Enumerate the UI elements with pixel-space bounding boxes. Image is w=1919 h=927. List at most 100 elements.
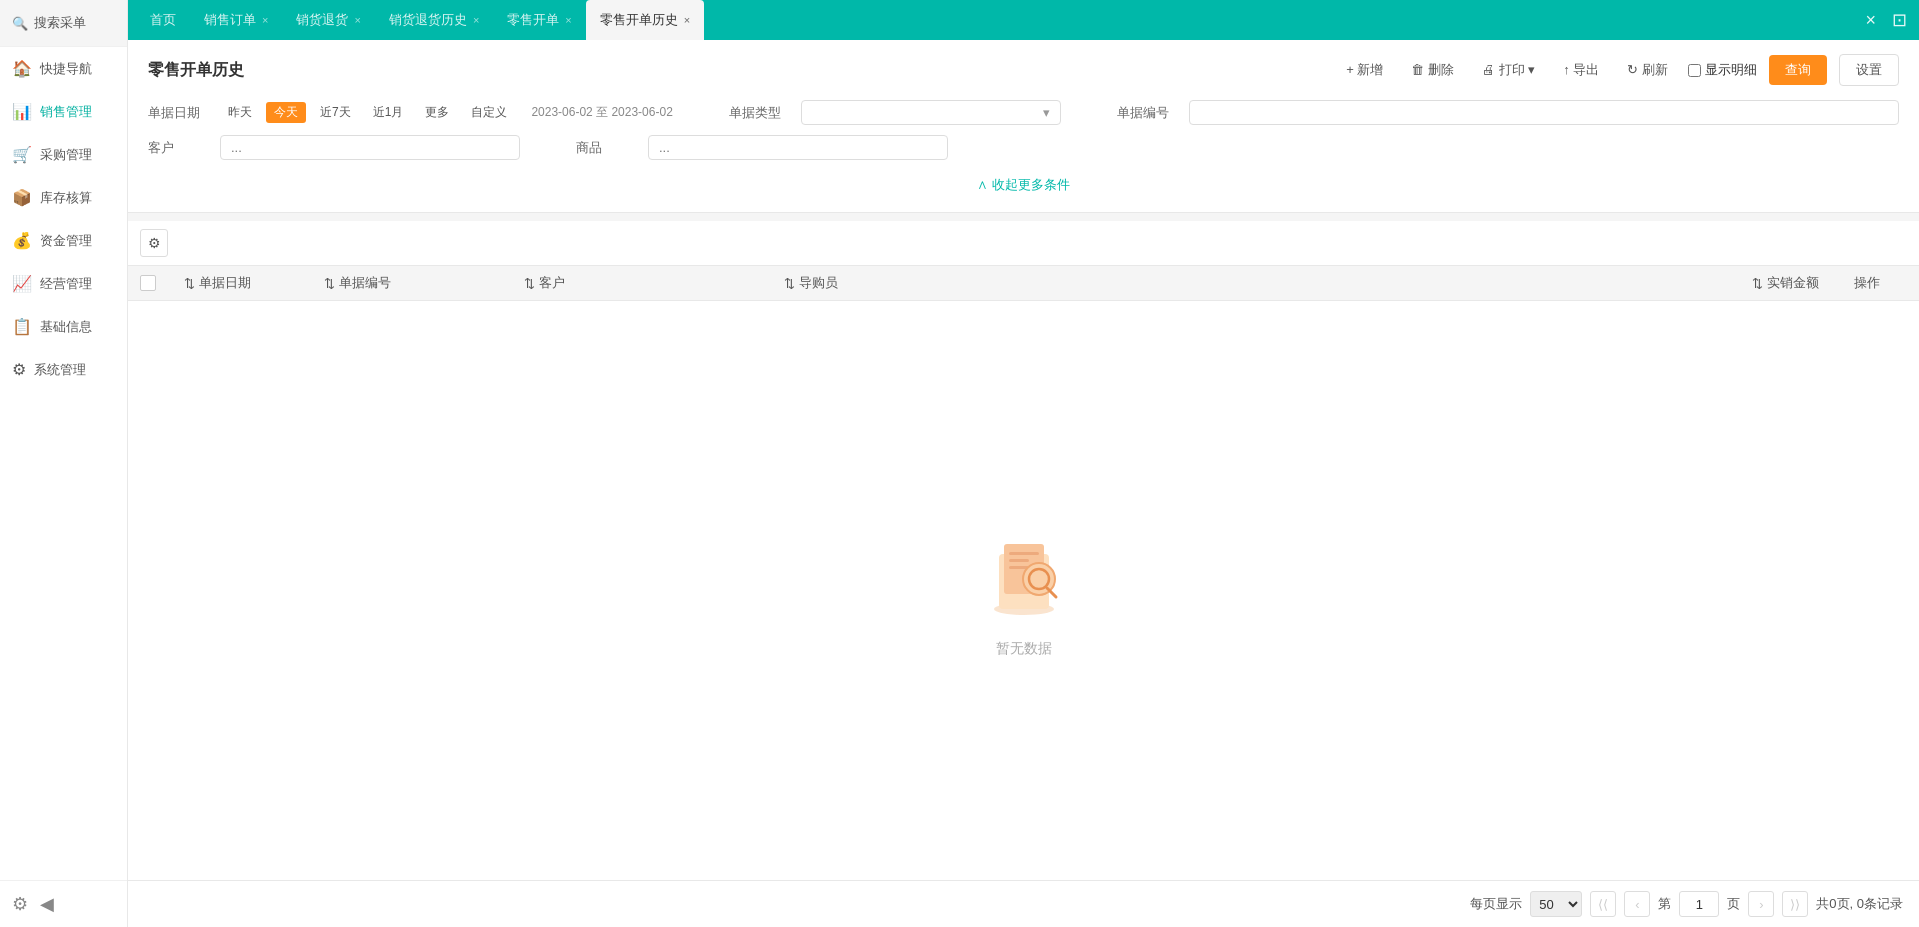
- pagination-next-button[interactable]: ›: [1748, 891, 1774, 917]
- export-button[interactable]: ↑ 导出: [1555, 57, 1607, 83]
- tab-retail-open-history-close[interactable]: ×: [684, 14, 690, 26]
- date-btn-last-month[interactable]: 近1月: [365, 102, 412, 123]
- filter-row-2: 客户 商品: [148, 135, 1899, 160]
- sidebar-item-quick-nav[interactable]: 🏠 快捷导航: [0, 47, 127, 90]
- th-customer[interactable]: ⇅ 客户: [516, 274, 776, 292]
- home-icon: 🏠: [12, 59, 32, 78]
- table-toolbar-row: ⚙: [128, 221, 1919, 266]
- bill-type-label: 单据类型: [729, 104, 785, 122]
- date-btn-last7[interactable]: 近7天: [312, 102, 359, 123]
- add-label: + 新增: [1346, 61, 1383, 79]
- collapse-sidebar-button[interactable]: ◀: [40, 893, 54, 915]
- th-amount[interactable]: ⇅ 实销金额: [936, 274, 1827, 292]
- header-checkbox[interactable]: [140, 275, 156, 291]
- goods-text-input[interactable]: [659, 140, 937, 155]
- date-btn-yesterday[interactable]: 昨天: [220, 102, 260, 123]
- refresh-label: ↻ 刷新: [1627, 61, 1668, 79]
- main-content: 首页 销售订单 × 销货退货 × 销货退货历史 × 零售开单 × 零售开单历史 …: [128, 0, 1919, 927]
- sales-icon: 📊: [12, 102, 32, 121]
- sidebar-footer: ⚙ ◀: [0, 880, 127, 927]
- tab-sales-order-close[interactable]: ×: [262, 14, 268, 26]
- sidebar-search[interactable]: 🔍 搜索采单: [0, 0, 127, 47]
- sidebar-item-label: 资金管理: [40, 232, 92, 250]
- per-page-select[interactable]: 50 10 20 100: [1530, 891, 1582, 917]
- th-bill-no[interactable]: ⇅ 单据编号: [316, 274, 516, 292]
- th-date[interactable]: ⇅ 单据日期: [176, 274, 316, 292]
- bill-no-label: 单据编号: [1117, 104, 1173, 122]
- refresh-button[interactable]: ↻ 刷新: [1619, 57, 1676, 83]
- print-button[interactable]: 🖨 打印 ▾: [1474, 57, 1543, 83]
- tab-sales-return-close[interactable]: ×: [354, 14, 360, 26]
- tab-retail-open-label: 零售开单: [507, 11, 559, 29]
- sidebar-item-label: 销售管理: [40, 103, 92, 121]
- show-detail-label: 显示明细: [1705, 61, 1757, 79]
- sidebar-item-sales-mgmt[interactable]: 📊 销售管理: [0, 90, 127, 133]
- th-amount-label: 实销金额: [1767, 274, 1819, 292]
- settings-panel-button[interactable]: 设置: [1839, 54, 1899, 86]
- sidebar-item-operations[interactable]: 📈 经营管理: [0, 262, 127, 305]
- date-btn-custom[interactable]: 自定义: [463, 102, 515, 123]
- page-title: 零售开单历史: [148, 60, 244, 81]
- sidebar-item-purchase-mgmt[interactable]: 🛒 采购管理: [0, 133, 127, 176]
- show-detail-input[interactable]: [1688, 64, 1701, 77]
- tab-home-label: 首页: [150, 11, 176, 29]
- window-icon[interactable]: ⊡: [1888, 5, 1911, 35]
- sidebar-item-inventory[interactable]: 📦 库存核算: [0, 176, 127, 219]
- tab-retail-open-history[interactable]: 零售开单历史 ×: [586, 0, 704, 40]
- sidebar-item-finance[interactable]: 💰 资金管理: [0, 219, 127, 262]
- sidebar-item-basic-info[interactable]: 📋 基础信息: [0, 305, 127, 348]
- sidebar-item-label: 系统管理: [34, 361, 86, 379]
- pagination-first-button[interactable]: ⟨⟨: [1590, 891, 1616, 917]
- th-amount-sort-icon: ⇅: [1752, 276, 1763, 291]
- tabs-bar: 首页 销售订单 × 销货退货 × 销货退货历史 × 零售开单 × 零售开单历史 …: [128, 0, 1919, 40]
- gear-icon: ⚙: [148, 235, 161, 251]
- date-range-display: 2023-06-02 至 2023-06-02: [531, 104, 672, 121]
- th-guide-label: 导购员: [799, 274, 838, 292]
- tab-sales-return-history-close[interactable]: ×: [473, 14, 479, 26]
- tab-retail-open[interactable]: 零售开单 ×: [493, 0, 585, 40]
- tab-sales-return-history[interactable]: 销货退货历史 ×: [375, 0, 493, 40]
- date-btn-more[interactable]: 更多: [417, 102, 457, 123]
- customer-input[interactable]: [220, 135, 520, 160]
- page-header: 零售开单历史 + 新增 🗑 删除 🖨 打印 ▾ ↑ 导出 ↻: [128, 40, 1919, 213]
- sidebar-search-label: 搜索采单: [34, 14, 86, 32]
- sidebar-item-system-mgmt[interactable]: ⚙ 系统管理: [0, 348, 127, 391]
- inventory-icon: 📦: [12, 188, 32, 207]
- customer-text-input[interactable]: [231, 140, 509, 155]
- pagination-last-button[interactable]: ⟩⟩: [1782, 891, 1808, 917]
- tab-retail-open-close[interactable]: ×: [565, 14, 571, 26]
- show-detail-checkbox[interactable]: 显示明细: [1688, 61, 1757, 79]
- th-guide[interactable]: ⇅ 导购员: [776, 274, 936, 292]
- finance-icon: 💰: [12, 231, 32, 250]
- content-area: 零售开单历史 + 新增 🗑 删除 🖨 打印 ▾ ↑ 导出 ↻: [128, 40, 1919, 927]
- pagination-prev-button[interactable]: ‹: [1624, 891, 1650, 917]
- th-customer-label: 客户: [539, 274, 565, 292]
- goods-input[interactable]: [648, 135, 948, 160]
- per-page-label: 每页显示: [1470, 895, 1522, 913]
- tab-home[interactable]: 首页: [136, 0, 190, 40]
- pagination-summary: 共0页, 0条记录: [1816, 895, 1903, 913]
- bill-no-input[interactable]: [1189, 100, 1899, 125]
- date-btn-today[interactable]: 今天: [266, 102, 306, 123]
- query-button[interactable]: 查询: [1769, 55, 1827, 85]
- tabs-right: × ⊡: [1861, 5, 1911, 35]
- delete-button[interactable]: 🗑 删除: [1403, 57, 1462, 83]
- add-button[interactable]: + 新增: [1338, 57, 1391, 83]
- page-number-input[interactable]: [1679, 891, 1719, 917]
- purchase-icon: 🛒: [12, 145, 32, 164]
- search-icon: 🔍: [12, 16, 28, 31]
- bill-no-text-input[interactable]: [1200, 105, 1888, 120]
- svg-rect-3: [1009, 552, 1039, 555]
- tab-sales-return[interactable]: 销货退货 ×: [282, 0, 374, 40]
- settings-button[interactable]: ⚙: [12, 893, 28, 915]
- filter-row-1: 单据日期 昨天 今天 近7天 近1月 更多 自定义 2023-06-02 至 2…: [148, 100, 1899, 125]
- th-action-label: 操作: [1854, 274, 1880, 292]
- export-label: ↑ 导出: [1563, 61, 1599, 79]
- empty-illustration: [974, 524, 1074, 624]
- collapse-button[interactable]: ∧ 收起更多条件: [961, 172, 1086, 198]
- pagination-page-label: 第: [1658, 895, 1671, 913]
- table-settings-button[interactable]: ⚙: [140, 229, 168, 257]
- close-all-tabs-button[interactable]: ×: [1861, 6, 1880, 35]
- tab-sales-order[interactable]: 销售订单 ×: [190, 0, 282, 40]
- bill-type-select[interactable]: ▾: [801, 100, 1061, 125]
